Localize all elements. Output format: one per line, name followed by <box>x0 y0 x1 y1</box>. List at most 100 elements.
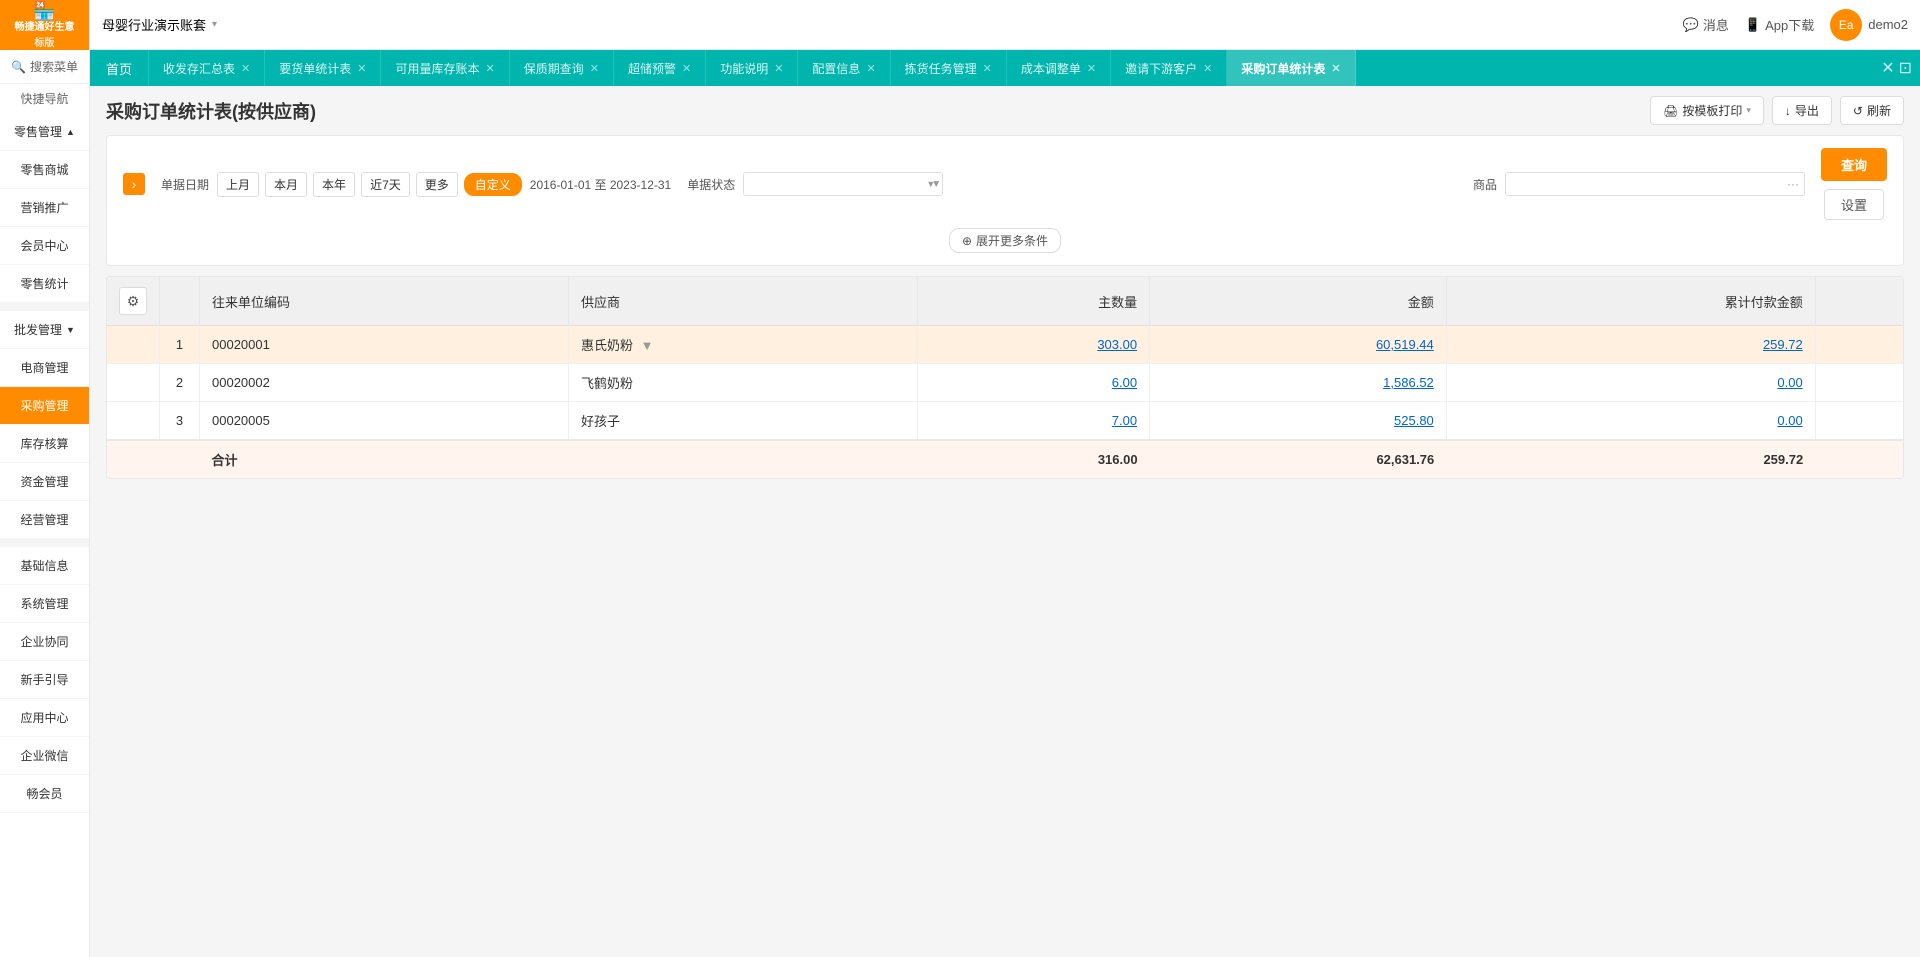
tab-home[interactable]: 首页 <box>90 50 149 86</box>
sidebar-item-retail-stats[interactable]: 零售统计 <box>0 265 89 303</box>
row-qty-cell[interactable]: 7.00 <box>918 402 1150 441</box>
print-button[interactable]: 🖨 按模板打印 ▾ <box>1650 96 1764 125</box>
row-paid-cell[interactable]: 259.72 <box>1446 326 1815 364</box>
row-extra-cell <box>1815 364 1903 402</box>
date-btn-this-month[interactable]: 本月 <box>265 172 307 197</box>
tab-close-icon[interactable]: ✕ <box>1087 62 1096 75</box>
refresh-button[interactable]: ↺ 刷新 <box>1840 96 1904 125</box>
tab-close-icon[interactable]: ✕ <box>241 62 250 75</box>
tab-shelf-life[interactable]: 保质期查询 ✕ <box>510 50 614 86</box>
tab-close-icon[interactable]: ✕ <box>866 62 875 75</box>
user-menu[interactable]: Ea demo2 <box>1830 9 1908 41</box>
sidebar-item-label: 库存核算 <box>20 435 68 452</box>
tab-maximize-icon[interactable]: ⊡ <box>1899 58 1912 78</box>
row-expand-icon[interactable]: ▼ <box>641 338 654 353</box>
row-qty-cell[interactable]: 303.00 <box>918 326 1150 364</box>
tab-close-icon[interactable]: ✕ <box>983 62 992 75</box>
sidebar-item-wholesale[interactable]: 批发管理 ▼ <box>0 311 89 349</box>
tab-purchase-stats[interactable]: 采购订单统计表 ✕ <box>1227 50 1355 86</box>
sidebar-item-marketing[interactable]: 营销推广 <box>0 189 89 227</box>
sidebar-item-collaboration[interactable]: 企业协同 <box>0 623 89 661</box>
tab-features[interactable]: 功能说明 ✕ <box>706 50 798 86</box>
tab-requisition-stats[interactable]: 要货单统计表 ✕ <box>265 50 381 86</box>
sidebar-item-retail-management[interactable]: 零售管理 ▲ <box>0 113 89 151</box>
tab-cost-adjust[interactable]: 成本调整单 ✕ <box>1007 50 1111 86</box>
workspace-selector[interactable]: 母婴行业演示账套 ▾ <box>102 15 1675 34</box>
tab-close-icon[interactable]: ✕ <box>682 62 691 75</box>
filter-collapse-btn[interactable]: › <box>123 173 145 195</box>
date-btn-custom[interactable]: 自定义 <box>464 173 522 196</box>
row-qty-cell[interactable]: 6.00 <box>918 364 1150 402</box>
search-menu[interactable]: 🔍 搜索菜单 <box>0 50 89 84</box>
sidebar-item-finance[interactable]: 资金管理 <box>0 463 89 501</box>
col-qty-header: 主数量 <box>918 277 1150 326</box>
tab-close-icon[interactable]: ✕ <box>1331 62 1340 75</box>
tab-label: 成本调整单 <box>1021 60 1081 77</box>
tab-picking[interactable]: 拣货任务管理 ✕ <box>891 50 1007 86</box>
app-download-label: App下载 <box>1765 15 1814 34</box>
message-label: 消息 <box>1703 15 1729 34</box>
sidebar-item-ecommerce[interactable]: 电商管理 <box>0 349 89 387</box>
export-button[interactable]: ↓ 导出 <box>1772 96 1832 125</box>
sidebar-item-purchase[interactable]: 采购管理 <box>0 387 89 425</box>
row-settings-cell <box>107 364 160 402</box>
table-body: 1 00020001 惠氏奶粉 ▼ 303.00 60,519.44 259.7… <box>107 326 1903 441</box>
sidebar-item-app-center[interactable]: 应用中心 <box>0 699 89 737</box>
footer-settings-cell <box>107 440 160 478</box>
date-btn-last-month[interactable]: 上月 <box>217 172 259 197</box>
column-settings-btn[interactable]: ⚙ <box>119 287 147 315</box>
row-supplier-cell: 飞鹤奶粉 <box>568 364 917 402</box>
date-btn-more[interactable]: 更多 <box>416 172 458 197</box>
tab-label: 可用量库存账本 <box>395 60 479 77</box>
page-title: 采购订单统计表(按供应商) <box>106 98 316 124</box>
sidebar-item-wechat[interactable]: 企业微信 <box>0 737 89 775</box>
tab-overstock[interactable]: 超储预警 ✕ <box>614 50 706 86</box>
tab-invite-customer[interactable]: 邀请下游客户 ✕ <box>1111 50 1227 86</box>
sidebar-item-inventory[interactable]: 库存核算 <box>0 425 89 463</box>
tab-config[interactable]: 配置信息 ✕ <box>798 50 890 86</box>
goods-search-input[interactable] <box>1505 172 1805 196</box>
settings-button[interactable]: 设置 <box>1824 189 1884 220</box>
col-unit-code-header: 往来单位编码 <box>200 277 569 326</box>
status-select[interactable]: 草稿 已确认 已关闭 <box>743 172 943 196</box>
tab-label: 采购订单统计表 <box>1241 60 1325 77</box>
logo-icon: 🏪 <box>33 1 55 22</box>
sidebar-item-member[interactable]: 畅会员 <box>0 775 89 813</box>
tab-close-icon[interactable]: ✕ <box>357 62 366 75</box>
date-btn-7days[interactable]: 近7天 <box>361 172 410 197</box>
row-amount-cell[interactable]: 1,586.52 <box>1150 364 1447 402</box>
filter-toggle: › <box>123 173 145 195</box>
goods-more-icon[interactable]: ··· <box>1787 177 1799 191</box>
tab-available-inventory[interactable]: 可用量库存账本 ✕ <box>381 50 509 86</box>
row-amount-cell[interactable]: 525.80 <box>1150 402 1447 441</box>
row-settings-cell <box>107 402 160 441</box>
tab-close-icon[interactable]: ✕ <box>590 62 599 75</box>
row-unit-code-cell: 00020005 <box>200 402 569 441</box>
date-btn-this-year[interactable]: 本年 <box>313 172 355 197</box>
tab-close-all-icon[interactable]: ✕ <box>1881 58 1894 78</box>
message-btn[interactable]: 💬 消息 <box>1683 15 1729 34</box>
topbar: 母婴行业演示账套 ▾ 💬 消息 📱 App下载 Ea demo2 <box>90 0 1920 50</box>
tab-receive-summary[interactable]: 收发存汇总表 ✕ <box>149 50 265 86</box>
expand-conditions-btn[interactable]: ⊕ 展开更多条件 <box>949 228 1061 253</box>
sidebar-item-member-center[interactable]: 会员中心 <box>0 227 89 265</box>
sidebar-item-retail-shop[interactable]: 零售商城 <box>0 151 89 189</box>
tab-close-icon[interactable]: ✕ <box>486 62 495 75</box>
row-paid-cell[interactable]: 0.00 <box>1446 364 1815 402</box>
sidebar-item-system[interactable]: 系统管理 <box>0 585 89 623</box>
tab-label: 拣货任务管理 <box>905 60 977 77</box>
sidebar-item-operations[interactable]: 经营管理 <box>0 501 89 539</box>
row-paid-cell[interactable]: 0.00 <box>1446 402 1815 441</box>
sidebar-item-newbie[interactable]: 新手引导 <box>0 661 89 699</box>
tab-close-icon[interactable]: ✕ <box>1203 62 1212 75</box>
tab-close-icon[interactable]: ✕ <box>774 62 783 75</box>
app-download-btn[interactable]: 📱 App下载 <box>1745 15 1814 34</box>
col-amount-header: 金额 <box>1150 277 1447 326</box>
row-amount-cell[interactable]: 60,519.44 <box>1150 326 1447 364</box>
quick-nav[interactable]: 快捷导航 <box>0 84 89 113</box>
query-button[interactable]: 查询 <box>1821 148 1887 181</box>
table-row: 2 00020002 飞鹤奶粉 6.00 1,586.52 0.00 <box>107 364 1903 402</box>
sidebar-item-basic-info[interactable]: 基础信息 <box>0 547 89 585</box>
date-filter-group: 单据日期 上月 本月 本年 近7天 更多 自定义 2016-01-01 至 20… <box>161 172 671 197</box>
col-settings: ⚙ <box>107 277 160 326</box>
